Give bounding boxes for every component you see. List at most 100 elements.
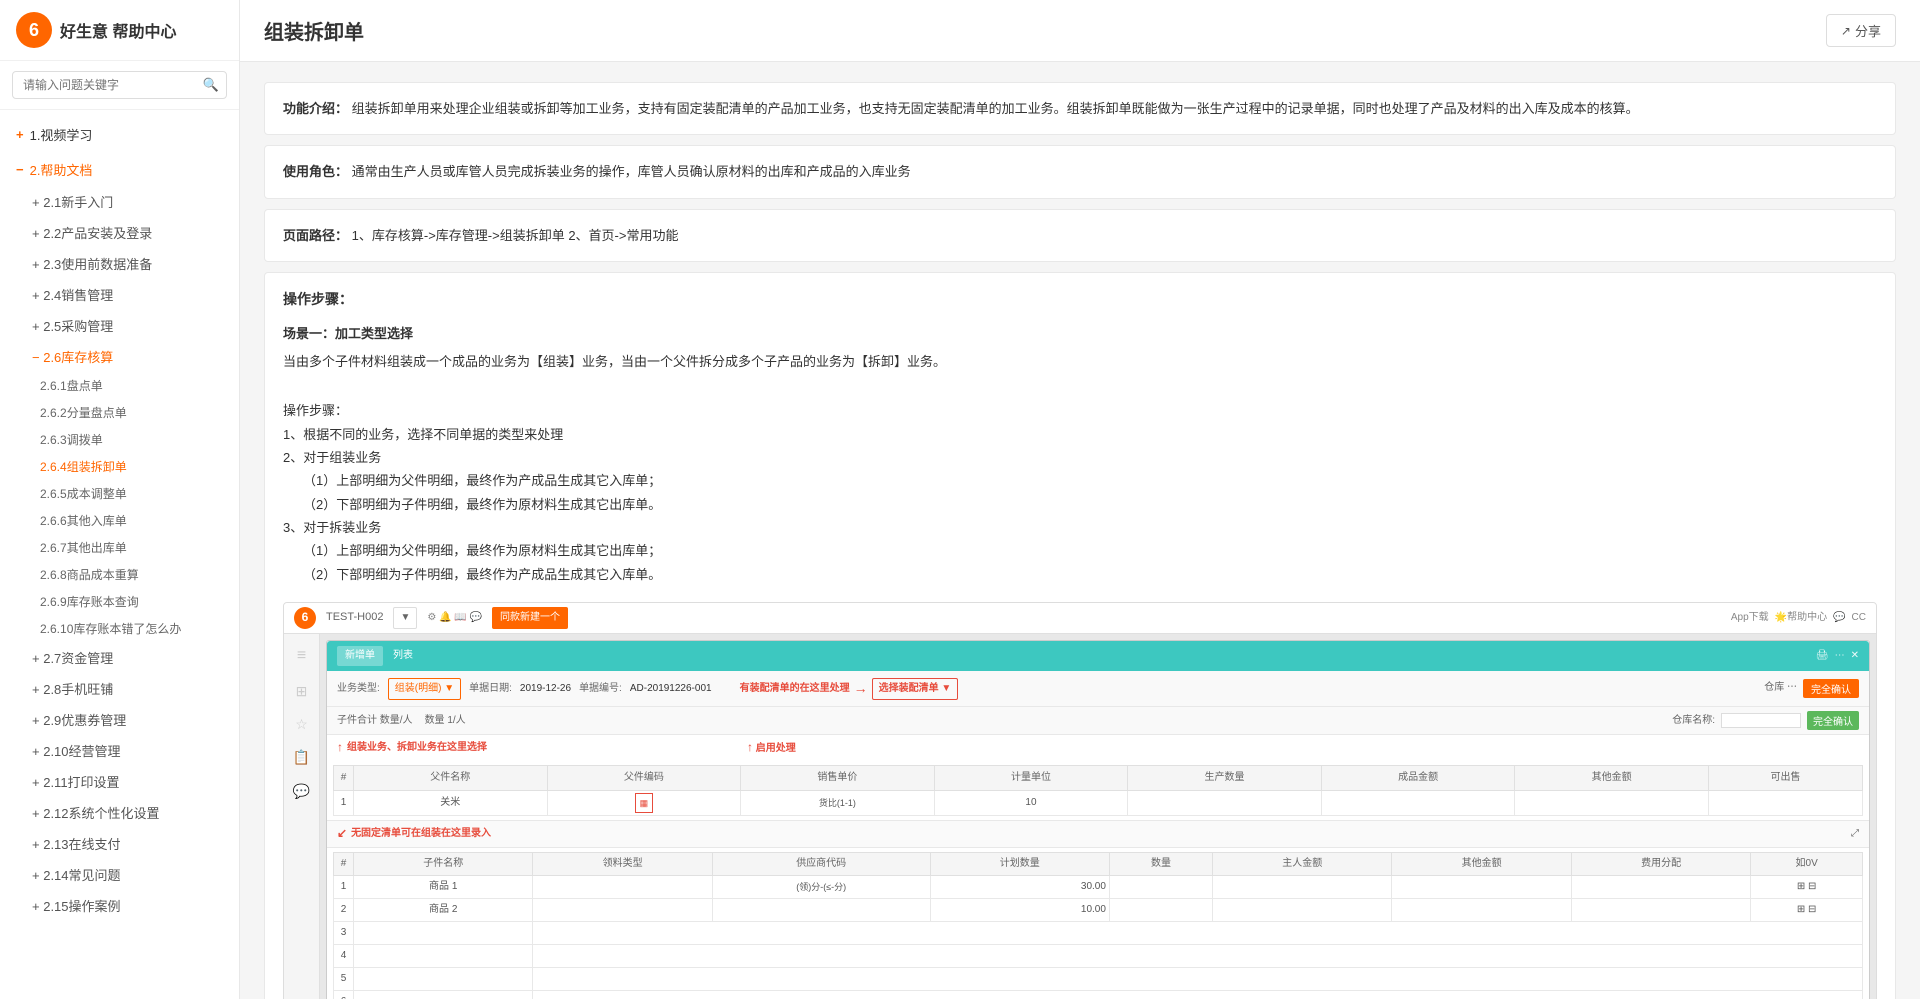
cell-empty	[354, 990, 533, 999]
sidebar-item-coupon[interactable]: + 2.9优惠券管理	[0, 704, 239, 735]
step3-1: （1）上部明细为父件明细，最终作为原材料生成其它出库单；	[283, 539, 1877, 562]
nav-deep-label: 2.6.5成本调整单	[40, 487, 127, 501]
nav-item-label: 2.12系统个性化设置	[43, 806, 159, 821]
cell-sub-qty	[1109, 875, 1212, 898]
screenshot-new-btn[interactable]: 同款新建一个	[492, 607, 568, 629]
screenshot-tab-list[interactable]: 列表	[393, 647, 413, 665]
cell-parent-code: ▦	[547, 791, 741, 816]
scenario1-desc: 当由多个子件材料组装成一个成品的业务为【组装】业务，当由一个父件拆分成多个子产品…	[283, 350, 1877, 373]
nav-item-label: 2.14常见问题	[43, 868, 120, 883]
step-content: 场景一：加工类型选择 当由多个子件材料组装成一个成品的业务为【组装】业务，当由一…	[283, 322, 1877, 586]
nav-item-label: 2.9优惠券管理	[43, 713, 126, 728]
screenshot-mini-sidebar: ≡ ⊞ ☆ 📋 💬	[284, 634, 320, 999]
th-sub-supplier: 供应商代码	[712, 852, 930, 875]
steps-block: 操作步骤： 场景一：加工类型选择 当由多个子件材料组装成一个成品的业务为【组装】…	[264, 272, 1896, 999]
sidebar-item-stock-query[interactable]: 2.6.9库存账本查询	[0, 588, 239, 615]
role-block: 使用角色： 通常由生产人员或库管人员完成拆装业务的操作，库管人员确认原材料的出库…	[264, 145, 1896, 198]
nav-item-label: 2.11打印设置	[43, 775, 119, 790]
nav-item-label: 2.15操作案例	[43, 899, 120, 914]
cell-sub-plan-qty: 10.00	[930, 898, 1109, 921]
sidebar-item-inventory[interactable]: − 2.6库存核算	[0, 341, 239, 372]
sidebar-item-mobile[interactable]: + 2.8手机旺铺	[0, 673, 239, 704]
sidebar-item-other-out[interactable]: 2.6.7其他出库单	[0, 534, 239, 561]
annotation-enable: ↑ 启用处理	[747, 737, 796, 759]
cell-unit-price: 货比(1-1)	[741, 791, 935, 816]
th-unit-price: 销售单价	[741, 766, 935, 791]
child-table: # 子件名称 领料类型 供应商代码 计划数量 数量 主人金额 其他金额	[333, 852, 1863, 999]
nav-item-label: 2.4销售管理	[43, 288, 113, 303]
role-text: 通常由生产人员或库管人员完成拆装业务的操作，库管人员确认原材料的出库和产成品的入…	[352, 164, 911, 179]
sidebar-item-install[interactable]: + 2.2产品安装及登录	[0, 217, 239, 248]
screenshot-tab-new[interactable]: 新增单	[337, 646, 383, 666]
th-num: #	[334, 766, 354, 791]
cell-sub-op: ⊞ ⊟	[1751, 898, 1863, 921]
cell-available	[1708, 791, 1862, 816]
path-text: 1、库存核算->库存管理->组装拆卸单 2、首页->常用功能	[352, 228, 679, 243]
th-sub-alloc: 费用分配	[1571, 852, 1750, 875]
share-button[interactable]: ↗ 分享	[1826, 14, 1896, 47]
cell-unit: 10	[934, 791, 1128, 816]
nav-deep-label: 2.6.1盘点单	[40, 379, 103, 393]
sidebar-item-payment[interactable]: + 2.13在线支付	[0, 828, 239, 859]
form-type-input[interactable]: 组装(明细) ▼	[388, 678, 461, 700]
cell-empty	[354, 967, 533, 990]
cell-sub-other-amt	[1392, 875, 1571, 898]
sidebar-item-cases[interactable]: + 2.15操作案例	[0, 890, 239, 921]
cell-other-amount	[1515, 791, 1709, 816]
form-code-label: 单据编号:	[579, 680, 622, 698]
sidebar-item-sales[interactable]: + 2.4销售管理	[0, 279, 239, 310]
th-available: 可出售	[1708, 766, 1862, 791]
table-row: 5	[334, 967, 1863, 990]
sidebar-item-transfer[interactable]: 2.6.3调拨单	[0, 426, 239, 453]
sidebar-item-partial-stock[interactable]: 2.6.2分量盘点单	[0, 399, 239, 426]
sidebar-item-stockcount[interactable]: 2.6.1盘点单	[0, 372, 239, 399]
sidebar-item-assembly[interactable]: 2.6.4组装拆卸单	[0, 453, 239, 480]
cell-fin-amount	[1321, 791, 1515, 816]
sidebar-item-ops-mgmt[interactable]: + 2.10经营管理	[0, 735, 239, 766]
th-unit: 计量单位	[934, 766, 1128, 791]
nav-item-label: 2.8手机旺铺	[43, 682, 113, 697]
sidebar-item-faq[interactable]: + 2.14常见问题	[0, 859, 239, 890]
form-action-btns: 仓库 ⋯ 完全确认	[1764, 679, 1859, 698]
plus-icon: +	[32, 899, 43, 914]
sidebar-sub-items: + 2.1新手入门 + 2.2产品安装及登录 + 2.3使用前数据准备 + 2.…	[0, 186, 239, 921]
nav-item-label: 2.3使用前数据准备	[43, 257, 152, 272]
screenshot-logo: 6	[294, 607, 316, 629]
screenshot-expand-btn[interactable]: ⤢	[1851, 825, 1859, 843]
annotation-bom: 有装配清单的在这里处理 → 选择装配清单 ▼	[740, 676, 959, 701]
form-sub-info: 子件合计 数量/人	[337, 712, 413, 730]
cell-sub-num: 5	[334, 967, 354, 990]
search-input[interactable]	[12, 71, 227, 99]
step2-2: （2）下部明细为子件明细，最终作为原材料生成其它出库单。	[283, 493, 1877, 516]
nav-item-label: 2.1新手入门	[43, 195, 113, 210]
nav-deep-label: 2.6.3调拨单	[40, 433, 103, 447]
sidebar-item-print[interactable]: + 2.11打印设置	[0, 766, 239, 797]
screenshot-save-btn[interactable]: 完全确认	[1803, 679, 1859, 698]
sidebar-item-data-prep[interactable]: + 2.3使用前数据准备	[0, 248, 239, 279]
sidebar-item-cost-recalc[interactable]: 2.6.8商品成本重算	[0, 561, 239, 588]
screenshot-form-row1: 业务类型: 组装(明细) ▼ 单据日期: 2019-12-26 单据编号: AD…	[327, 671, 1869, 707]
sidebar-item-videos[interactable]: + 1.视频学习	[0, 118, 239, 151]
sidebar-item-personalize[interactable]: + 2.12系统个性化设置	[0, 797, 239, 828]
cell-empty	[354, 944, 533, 967]
th-parent-name: 父件名称	[354, 766, 548, 791]
cell-parent-name: 关米	[354, 791, 548, 816]
sidebar-item-other-in[interactable]: 2.6.6其他入库单	[0, 507, 239, 534]
sidebar-item-docs[interactable]: − 2.帮助文档	[0, 153, 239, 186]
screenshot-warehouse-input[interactable]	[1721, 713, 1801, 728]
th-other-amount: 其他金额	[1515, 766, 1709, 791]
search-icon[interactable]: 🔍	[203, 77, 219, 93]
cell-sub-qty	[1109, 898, 1212, 921]
sidebar-item-finance[interactable]: + 2.7资金管理	[0, 642, 239, 673]
cell-sub-alloc	[1571, 875, 1750, 898]
cell-sub-main-amt	[1213, 875, 1392, 898]
plus-icon: +	[32, 837, 43, 852]
screenshot-confirm-btn[interactable]: 完全确认	[1807, 711, 1859, 730]
sidebar-item-beginner[interactable]: + 2.1新手入门	[0, 186, 239, 217]
main-header: 组装拆卸单 ↗ 分享	[240, 0, 1920, 62]
main-content: 组装拆卸单 ↗ 分享 功能介绍： 组装拆卸单用来处理企业组装或拆卸等加工业务，支…	[240, 0, 1920, 999]
sidebar-item-purchase[interactable]: + 2.5采购管理	[0, 310, 239, 341]
cell-sub-op: ⊞ ⊟	[1751, 875, 1863, 898]
sidebar-item-stock-fix[interactable]: 2.6.10库存账本错了怎么办	[0, 615, 239, 642]
sidebar-item-cost-adj[interactable]: 2.6.5成本调整单	[0, 480, 239, 507]
